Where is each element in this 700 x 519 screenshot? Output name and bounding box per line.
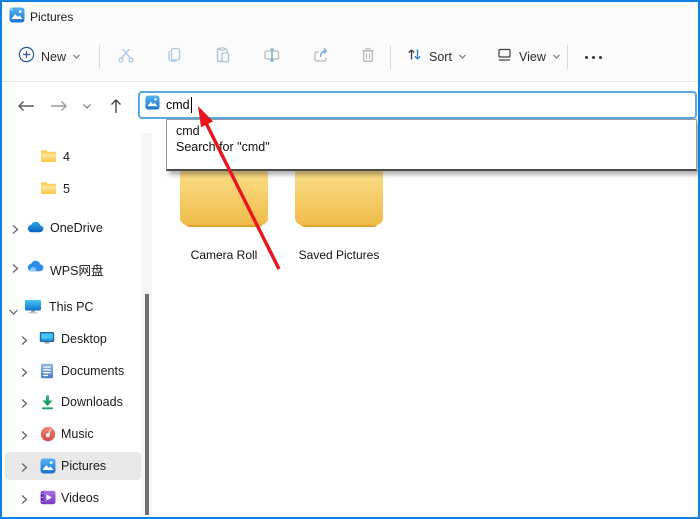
cut-button[interactable]	[117, 43, 135, 71]
recent-locations-chevron[interactable]	[74, 93, 100, 119]
chevron-right-icon	[20, 492, 28, 510]
download-arrow-icon	[40, 394, 55, 415]
sidebar-item-videos[interactable]: Videos	[2, 484, 152, 512]
chevron-down-icon	[72, 48, 81, 66]
rename-button[interactable]	[263, 43, 281, 71]
sort-button-label: Sort	[429, 50, 452, 64]
sidebar-item-label: Downloads	[61, 395, 123, 409]
new-button-label: New	[41, 50, 66, 64]
music-note-icon	[40, 426, 56, 447]
monitor-icon	[24, 299, 42, 319]
sidebar-item-wps-cloud[interactable]: WPS网盘	[2, 253, 152, 281]
copy-icon	[165, 46, 183, 69]
forward-button[interactable]	[46, 93, 72, 119]
sidebar-item-label: OneDrive	[50, 221, 103, 235]
chevron-right-icon	[20, 365, 28, 383]
folder-name: Saved Pictures	[284, 248, 394, 262]
chevron-right-icon	[20, 428, 28, 446]
sidebar-item-music[interactable]: Music	[2, 420, 152, 448]
toolbar-separator	[390, 45, 391, 69]
sidebar-scrollbar-thumb[interactable]	[145, 294, 149, 515]
sidebar-item-label: Desktop	[61, 332, 107, 346]
pictures-app-icon	[9, 7, 25, 28]
chevron-right-icon	[20, 333, 28, 351]
chevron-right-icon	[20, 396, 28, 414]
sidebar-item-label: Documents	[61, 364, 124, 378]
share-button[interactable]	[312, 43, 330, 71]
copy-button[interactable]	[165, 43, 183, 71]
chevron-right-icon	[20, 460, 28, 478]
address-suggestion-dropdown: cmd Search for "cmd"	[166, 119, 697, 171]
videos-icon	[40, 490, 56, 510]
folder-icon	[40, 149, 57, 168]
window-title: Pictures	[30, 10, 73, 24]
sidebar-item-folder-4[interactable]: 4	[2, 143, 152, 171]
folder-icon	[40, 181, 57, 200]
file-list-area: Camera Roll Saved Pictures	[162, 131, 698, 517]
wps-cloud-icon	[26, 259, 45, 278]
sidebar-item-label: WPS网盘	[50, 260, 103, 279]
sidebar-item-onedrive[interactable]: OneDrive	[2, 214, 152, 242]
pictures-location-icon	[145, 95, 160, 115]
sidebar-item-label: Videos	[61, 491, 99, 505]
trash-icon	[359, 46, 377, 69]
paste-button[interactable]	[214, 43, 232, 71]
share-icon	[312, 46, 330, 69]
chevron-right-icon	[11, 261, 19, 279]
up-button[interactable]	[103, 93, 129, 119]
suggestion-item-cmd[interactable]: cmd	[176, 123, 696, 139]
sidebar-item-this-pc[interactable]: This PC	[2, 293, 152, 321]
view-icon	[496, 46, 513, 68]
text-caret	[191, 97, 192, 113]
title-bar: Pictures	[2, 2, 698, 32]
command-toolbar: New	[2, 32, 698, 82]
delete-button[interactable]	[359, 43, 377, 71]
address-bar-input[interactable]: cmd	[138, 91, 697, 119]
sidebar-item-documents[interactable]: Documents	[2, 357, 152, 385]
sort-arrows-icon	[406, 46, 423, 68]
onedrive-cloud-icon	[26, 220, 45, 239]
see-more-button[interactable]	[585, 43, 602, 71]
suggestion-item-search[interactable]: Search for "cmd"	[176, 139, 696, 155]
sidebar-item-label: This PC	[49, 300, 93, 314]
sidebar-item-label: Pictures	[61, 459, 106, 473]
chevron-right-icon	[11, 222, 19, 240]
toolbar-separator	[567, 45, 568, 69]
chevron-down-icon	[552, 48, 561, 66]
chevron-down-icon	[458, 48, 467, 66]
sidebar-item-downloads[interactable]: Downloads	[2, 388, 152, 416]
sidebar-item-label: Music	[61, 427, 94, 441]
folder-name: Camera Roll	[169, 248, 279, 262]
paste-icon	[214, 46, 232, 69]
document-icon	[40, 363, 54, 384]
address-bar-text: cmd	[166, 98, 190, 112]
new-button[interactable]: New	[18, 43, 81, 71]
ellipsis-icon	[585, 56, 602, 59]
view-button-label: View	[519, 50, 546, 64]
sort-button[interactable]: Sort	[406, 43, 467, 71]
back-button[interactable]	[13, 93, 39, 119]
cut-icon	[117, 46, 135, 69]
sidebar-item-label: 4	[63, 150, 70, 164]
navigation-pane: 4 5 OneDrive WPS网盘	[2, 131, 162, 517]
circle-plus-icon	[18, 46, 35, 68]
file-explorer-window: Pictures New	[0, 0, 700, 519]
desktop-icon	[39, 331, 55, 350]
rename-icon	[263, 46, 281, 69]
toolbar-separator	[99, 45, 100, 69]
pictures-icon	[40, 458, 56, 479]
sidebar-item-desktop[interactable]: Desktop	[2, 325, 152, 353]
sidebar-item-pictures[interactable]: Pictures	[2, 452, 152, 480]
chevron-down-icon	[8, 303, 19, 321]
sidebar-item-label: 5	[63, 182, 70, 196]
sidebar-item-folder-5[interactable]: 5	[2, 175, 152, 203]
view-button[interactable]: View	[496, 43, 561, 71]
